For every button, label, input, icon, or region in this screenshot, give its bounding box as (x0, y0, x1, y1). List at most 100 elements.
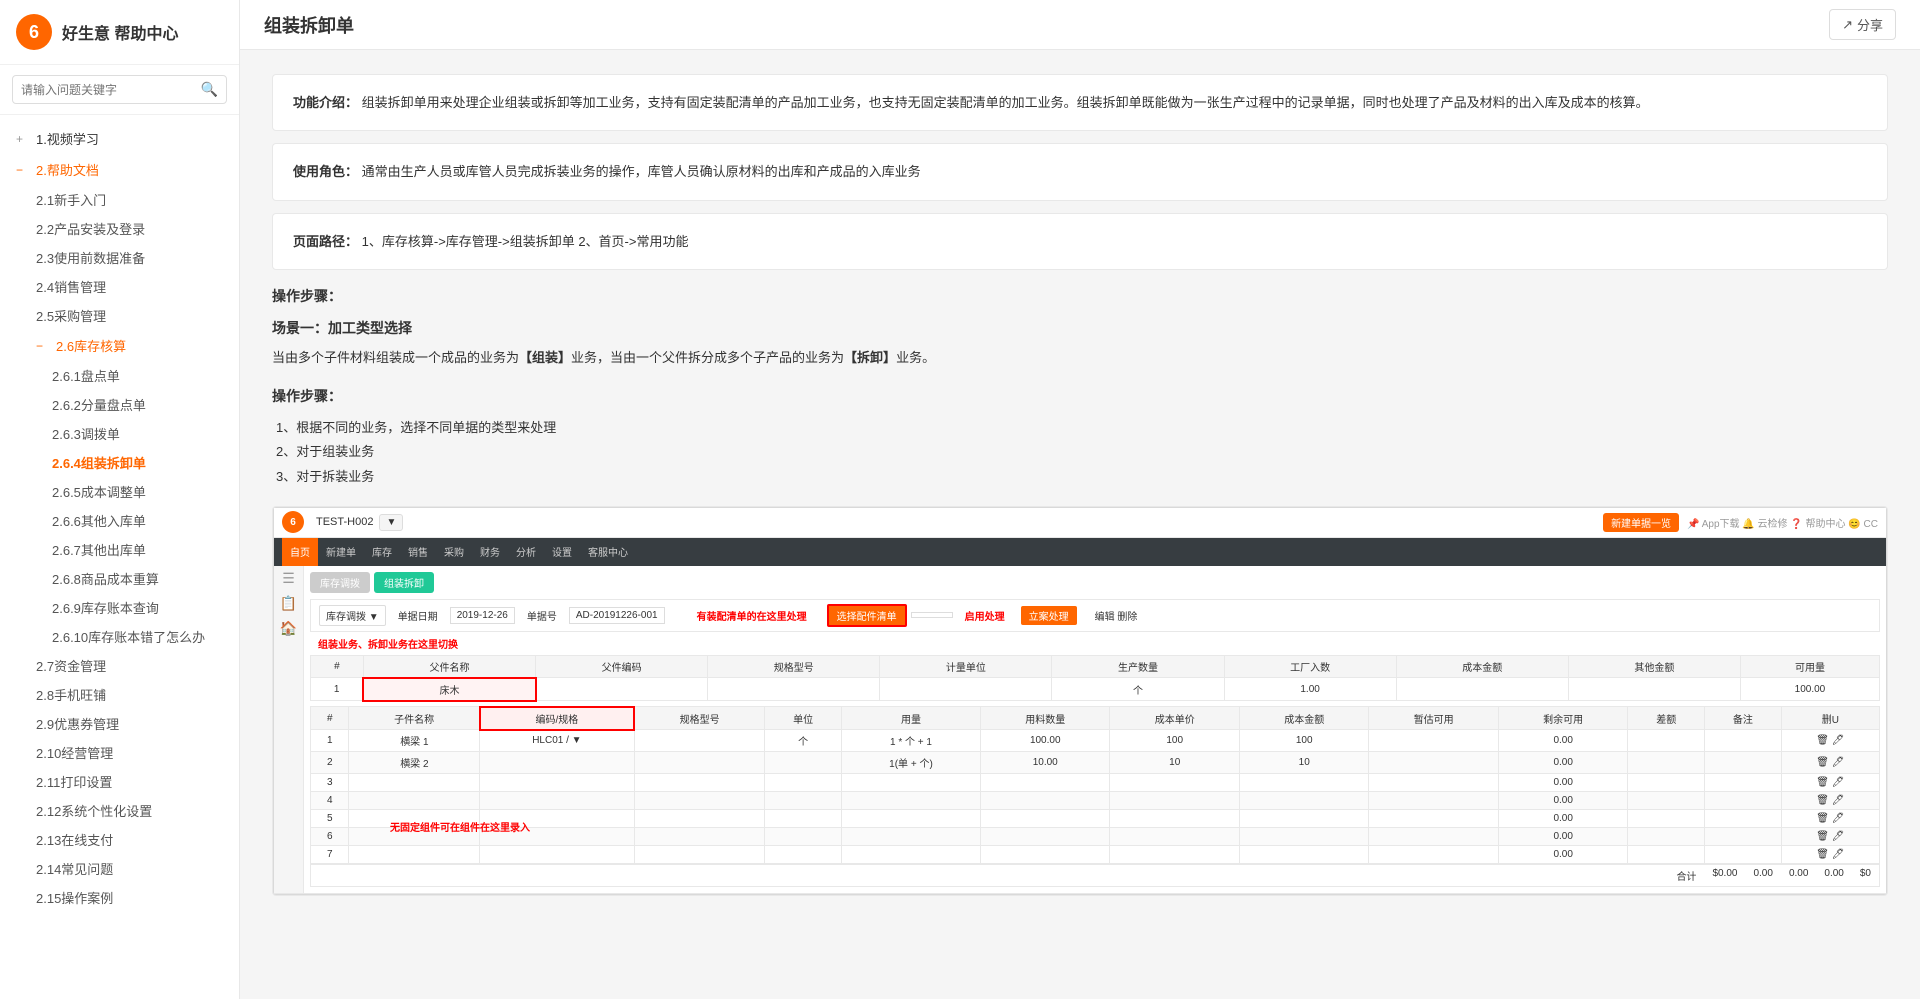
mock-nav-service: 客服中心 (580, 538, 636, 566)
sidebar-sub-2-6-7[interactable]: 2.6.7其他出库单 (0, 535, 239, 564)
sidebar-sub-2-6-2[interactable]: 2.6.2分量盘点单 (0, 390, 239, 419)
mock-footer: 合计 $0.00 0.00 0.00 0.00 $0 (310, 864, 1880, 887)
mock-batch-btn: 选择配件清单 (827, 604, 907, 627)
share-button[interactable]: ↗ 分享 (1829, 9, 1896, 40)
mock-top-table: # 父件名称 父件编码 规格型号 计量单位 生产数量 工厂入数 成本金额 其他金 (310, 655, 1880, 702)
sidebar-sub-2-4[interactable]: 2.4销售管理 (0, 272, 239, 301)
info-card-feature: 功能介绍： 组装拆卸单用来处理企业组装或拆卸等加工业务，支持有固定装配清单的产品… (272, 74, 1888, 131)
expand-icon-2-6: − (36, 339, 50, 353)
mock-tab-assembly: 组装拆卸 (374, 572, 434, 593)
scene1-title: 场景一：加工类型选择 (272, 318, 1888, 338)
operations-title: 操作步骤： (272, 286, 1888, 306)
expand-icon-2: − (16, 163, 30, 177)
sidebar-sub-2-12[interactable]: 2.12系统个性化设置 (0, 796, 239, 825)
annotation-no-fixed: 无固定组件可在组件在这里录入 (390, 819, 530, 834)
mock-company: TEST-H002 (316, 516, 373, 528)
sidebar-sub-2-7[interactable]: 2.7资金管理 (0, 651, 239, 680)
mock-logo-icon: 6 (282, 511, 304, 533)
sidebar-sub-2-14[interactable]: 2.14常见问题 (0, 854, 239, 883)
mock-bottom-table: # 子件名称 编码/规格 规格型号 单位 用量 用料数量 成本单价 成本金额 (310, 706, 1880, 865)
mock-sidebar-icon-3: 🏠 (280, 620, 297, 637)
mock-enable-field (911, 612, 953, 618)
info-label-path: 页面路径： (293, 234, 358, 249)
logo-area: 6 好生意 帮助中心 (0, 0, 239, 65)
mock-th-parent-name: 父件名称 (363, 655, 535, 678)
mock-bottom-table-row-1: 1 横梁 1 HLC01 / ▼ 个 1 * 个 + 1 100.00 100 (311, 730, 1880, 752)
sidebar-sub-2-6-4[interactable]: 2.6.4组装拆卸单 (0, 448, 239, 477)
sidebar-sub-2-9[interactable]: 2.9优惠券管理 (0, 709, 239, 738)
sidebar-item-1-label: 1.视频学习 (36, 129, 99, 148)
mock-sidebar-icon-2: 📋 (280, 595, 297, 612)
sidebar-sub-2-2[interactable]: 2.2产品安装及登录 (0, 214, 239, 243)
mock-th-unit: 计量单位 (880, 655, 1052, 678)
info-card-role: 使用角色： 通常由生产人员或库管人员完成拆装业务的操作，库管人员确认原材料的出库… (272, 143, 1888, 200)
mock-date-value: 2019-12-26 (450, 607, 515, 624)
mock-bottom-table-row-4: 4 (311, 792, 1880, 810)
mock-th-cost: 成本金额 (1396, 655, 1568, 678)
mock-nav-stock: 库存 (364, 538, 400, 566)
mock-topbar: 6 TEST-H002 ▼ 新建单据一览 📌 App下载 🔔 云检修 ❓ 帮助中… (274, 508, 1886, 538)
mock-nav-settings: 设置 (544, 538, 580, 566)
mock-order-no-label: 单据号 (527, 608, 557, 623)
sidebar-sub-2-13[interactable]: 2.13在线支付 (0, 825, 239, 854)
annotation-process: 启用处理 (965, 608, 1005, 623)
sidebar-item-2[interactable]: − 2.帮助文档 (0, 154, 239, 185)
mock-order-type: 库存调拨 ▼ (319, 605, 386, 626)
info-content-feature: 组装拆卸单用来处理企业组装或拆卸等加工业务，支持有固定装配清单的产品加工业务，也… (362, 95, 1649, 110)
app-logo-icon: 6 (16, 14, 52, 50)
mock-nav-sales: 销售 (400, 538, 436, 566)
step-1: 1、根据不同的业务，选择不同单据的类型来处理 (272, 416, 1888, 441)
step-3: 3、对于拆装业务 (272, 465, 1888, 490)
topbar: 组装拆卸单 ↗ 分享 (240, 0, 1920, 50)
nav-tree: + 1.视频学习 − 2.帮助文档 2.1新手入门 2.2产品安装及登录 2.3… (0, 115, 239, 999)
search-input[interactable] (21, 83, 201, 97)
sidebar-sub-2-6-10[interactable]: 2.6.10库存账本错了怎么办 (0, 622, 239, 651)
sidebar-sub-2-11[interactable]: 2.11打印设置 (0, 767, 239, 796)
screenshot-container: 6 TEST-H002 ▼ 新建单据一览 📌 App下载 🔔 云检修 ❓ 帮助中… (272, 506, 1888, 897)
mock-nav: 自页 新建单 库存 销售 采购 财务 分析 设置 客服中心 (274, 538, 1886, 566)
sidebar-sub-2-8[interactable]: 2.8手机旺铺 (0, 680, 239, 709)
sidebar-sub-2-6-8[interactable]: 2.6.8商品成本重算 (0, 564, 239, 593)
sidebar-item-2-6[interactable]: − 2.6库存核算 (0, 330, 239, 361)
mock-th-parent-code: 父件编码 (536, 655, 708, 678)
mock-process-btn: 立案处理 (1021, 606, 1077, 625)
mock-th-spec: 规格型号 (708, 655, 880, 678)
mock-top-table-row-1: 1 床木 个 1.00 100 (311, 678, 1880, 701)
mock-nav-home: 自页 (282, 538, 318, 566)
mock-company-dropdown: ▼ (379, 514, 403, 531)
sidebar-sub-2-5[interactable]: 2.5采购管理 (0, 301, 239, 330)
sidebar-sub-2-6-6[interactable]: 2.6.6其他入库单 (0, 506, 239, 535)
sidebar-sub-2-6-9[interactable]: 2.6.9库存账本查询 (0, 593, 239, 622)
sidebar-sub-2-6-1[interactable]: 2.6.1盘点单 (0, 361, 239, 390)
sidebar-sub-2-6-3[interactable]: 2.6.3调拨单 (0, 419, 239, 448)
mock-nav-report: 分析 (508, 538, 544, 566)
sidebar-sub-2-15[interactable]: 2.15操作案例 (0, 883, 239, 912)
mock-new-order-btn: 新建单据一览 (1603, 513, 1679, 532)
sidebar: 6 好生意 帮助中心 🔍 + 1.视频学习 − 2.帮助文档 2.1新手入门 2… (0, 0, 240, 999)
app-logo-text: 好生意 帮助中心 (62, 20, 178, 44)
mock-nav-new: 新建单 (318, 538, 364, 566)
search-icon[interactable]: 🔍 (201, 81, 218, 98)
mock-edit-del-btns: 编辑 删除 (1089, 606, 1144, 625)
mock-sidebar-icon-1: ☰ (282, 570, 295, 587)
sidebar-item-1[interactable]: + 1.视频学习 (0, 123, 239, 154)
info-label-feature: 功能介绍： (293, 95, 358, 110)
share-label: 分享 (1857, 15, 1883, 34)
mock-th-in-qty: 工厂入数 (1224, 655, 1396, 678)
sidebar-sub-2-1[interactable]: 2.1新手入门 (0, 185, 239, 214)
search-box[interactable]: 🔍 (12, 75, 227, 104)
share-icon: ↗ (1842, 17, 1853, 33)
mock-date-label: 单据日期 (398, 608, 438, 623)
mock-th-qty: 生产数量 (1052, 655, 1224, 678)
search-area: 🔍 (0, 65, 239, 115)
steps-title: 操作步骤： (272, 386, 1888, 406)
sidebar-sub-2-3[interactable]: 2.3使用前数据准备 (0, 243, 239, 272)
page-title: 组装拆卸单 (264, 12, 354, 38)
content-area: 功能介绍： 组装拆卸单用来处理企业组装或拆卸等加工业务，支持有固定装配清单的产品… (240, 50, 1920, 999)
sidebar-sub-2-6-5[interactable]: 2.6.5成本调整单 (0, 477, 239, 506)
mock-th-num: # (311, 655, 364, 678)
mock-tab-transfer: 库存调拨 (310, 572, 370, 593)
steps-list: 1、根据不同的业务，选择不同单据的类型来处理 2、对于组装业务 3、对于拆装业务 (272, 416, 1888, 490)
sidebar-sub-2-10[interactable]: 2.10经营管理 (0, 738, 239, 767)
annotation-switch: 组装业务、拆卸业务在这里切换 (318, 636, 458, 651)
